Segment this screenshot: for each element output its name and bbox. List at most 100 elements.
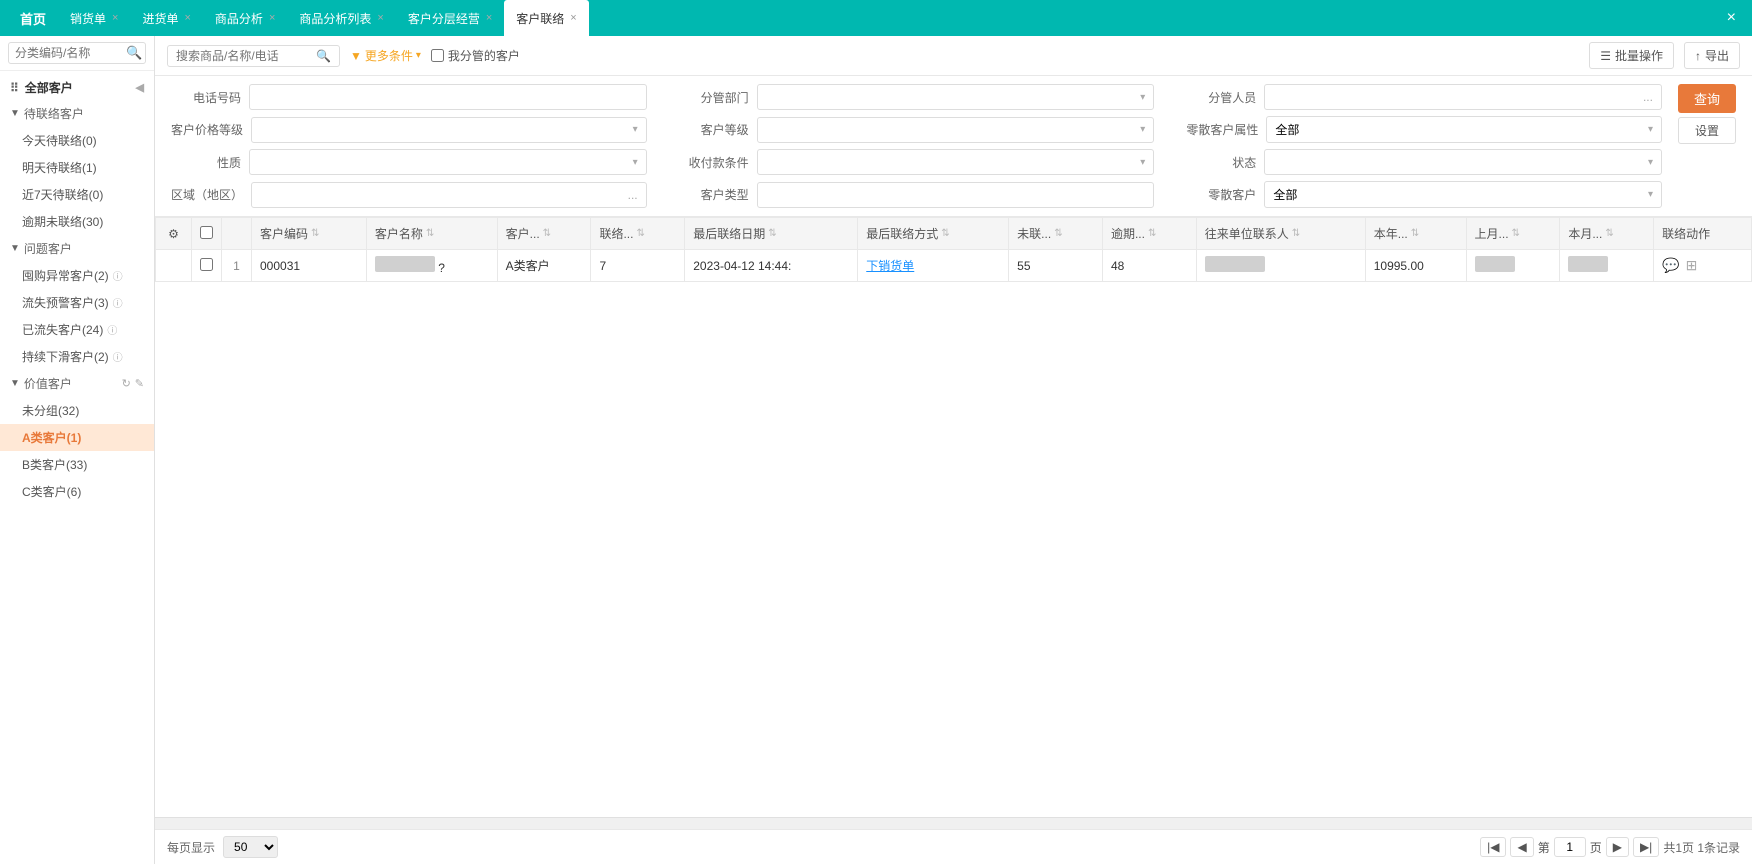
dept-select[interactable]: ▾ — [757, 84, 1155, 110]
nav-purchase[interactable]: 进货单 × — [130, 0, 202, 36]
edit-icon[interactable]: ✎ — [135, 377, 144, 390]
horizontal-scrollbar[interactable] — [155, 817, 1752, 829]
filter-price-grade: 客户价格等级 ▾ — [171, 117, 647, 143]
col-customer-type: 客户... ⇅ — [497, 218, 591, 250]
sort-date-icon[interactable]: ⇅ — [768, 228, 776, 239]
collapse-icon[interactable]: ◀ — [136, 81, 144, 94]
setting-button[interactable]: 设置 — [1678, 117, 1736, 144]
close-goods-analysis-icon[interactable]: × — [269, 12, 275, 24]
close-sales-icon[interactable]: × — [112, 12, 118, 24]
nature-select[interactable]: ▾ — [249, 149, 647, 175]
close-all-button[interactable]: × — [1719, 9, 1744, 27]
qr-icon[interactable]: ⊞ — [1686, 257, 1698, 274]
row-last-date: 2023-04-12 14:44: — [685, 250, 858, 282]
close-goods-list-icon[interactable]: × — [377, 12, 383, 24]
group-value-customers[interactable]: ▼ 价值客户 ↻ ✎ — [0, 370, 154, 397]
row-checkbox — [192, 250, 222, 282]
payment-select[interactable]: ▾ — [757, 149, 1155, 175]
info-icon1: ⓘ — [113, 268, 123, 283]
gear-icon[interactable]: ⚙ — [168, 227, 179, 241]
sidebar-item-class-a[interactable]: A类客户(1) — [0, 424, 154, 451]
region-select[interactable]: ... — [251, 182, 647, 208]
search-input[interactable] — [176, 49, 316, 63]
table-header-row: ⚙ 客户编码 ⇅ — [156, 218, 1752, 250]
sidebar-item-tomorrow[interactable]: 明天待联络(1) — [0, 154, 154, 181]
region-dots-icon: ... — [628, 188, 638, 202]
sidebar-item-declining[interactable]: 持续下滑客户(2) ⓘ — [0, 343, 154, 370]
col-last-month: 上月... ⇅ — [1466, 218, 1560, 250]
filter-region: 区域（地区） ... — [171, 182, 647, 208]
sidebar-item-hoarder[interactable]: 囤购异常客户(2) ⓘ — [0, 262, 154, 289]
more-filters-button[interactable]: ▼ 更多条件 ▾ — [350, 47, 421, 64]
refresh-icon[interactable]: ↻ — [122, 377, 131, 390]
sort-ctype-icon[interactable]: ⇅ — [543, 228, 551, 239]
sort-name-icon[interactable]: ⇅ — [426, 228, 434, 239]
sort-contact-icon[interactable]: ⇅ — [636, 228, 644, 239]
col-overdue: 逾期... ⇅ — [1102, 218, 1196, 250]
sort-lmonth-icon[interactable]: ⇅ — [1512, 228, 1520, 239]
query-button[interactable]: 查询 — [1678, 84, 1736, 113]
sidebar-item-overdue[interactable]: 逾期未联络(30) — [0, 208, 154, 235]
customer-type-input[interactable] — [757, 182, 1155, 208]
sidebar-item-class-b[interactable]: B类客户(33) — [0, 451, 154, 478]
close-purchase-icon[interactable]: × — [184, 12, 190, 24]
sort-tmonth-icon[interactable]: ⇅ — [1605, 228, 1613, 239]
phone-input[interactable] — [249, 84, 647, 110]
sidebar-item-class-c[interactable]: C类客户(6) — [0, 478, 154, 505]
close-customer-tier-icon[interactable]: × — [486, 12, 492, 24]
sidebar-item-churned[interactable]: 已流失客户(24) ⓘ — [0, 316, 154, 343]
prev-page-button[interactable]: ◀ — [1510, 837, 1533, 857]
search-icon: 🔍 — [316, 49, 331, 63]
sidebar-all-customers[interactable]: ⠿ 全部客户 ◀ — [0, 71, 154, 100]
page-input[interactable] — [1554, 837, 1586, 857]
price-grade-select[interactable]: ▾ — [251, 117, 647, 143]
last-month-blurred — [1475, 256, 1515, 272]
filter-nature: 性质 ▾ — [171, 149, 647, 175]
last-method-link[interactable]: 下销货单 — [866, 259, 914, 273]
sort-method-icon[interactable]: ⇅ — [941, 228, 949, 239]
sidebar-item-7days[interactable]: 近7天待联络(0) — [0, 181, 154, 208]
status-select[interactable]: ▾ — [1264, 149, 1662, 175]
row-select-checkbox[interactable] — [200, 258, 213, 271]
customer-grade-arrow-icon: ▾ — [1140, 124, 1145, 135]
page-size-select[interactable]: 50 100 200 — [223, 836, 278, 858]
sidebar-item-churn-warning[interactable]: 流失预警客户(3) ⓘ — [0, 289, 154, 316]
sort-overdue-icon[interactable]: ⇅ — [1148, 228, 1156, 239]
retail-attr-select[interactable]: 全部 ▾ — [1266, 116, 1662, 143]
person-dots-icon: ... — [1643, 90, 1653, 104]
sidebar-item-ungrouped[interactable]: 未分组(32) — [0, 397, 154, 424]
col-checkbox — [192, 218, 222, 250]
nav-goods-list[interactable]: 商品分析列表 × — [287, 0, 395, 36]
this-month-blurred — [1568, 256, 1608, 272]
my-customers-checkbox-area[interactable]: 我分管的客户 — [431, 47, 520, 64]
nav-customer-tier[interactable]: 客户分层经营 × — [396, 0, 504, 36]
nav-customer-contact[interactable]: 客户联络 × — [504, 0, 588, 36]
sort-contacts-icon[interactable]: ⇅ — [1292, 228, 1300, 239]
sidebar-item-today[interactable]: 今天待联络(0) — [0, 127, 154, 154]
retail-customer-select[interactable]: 全部 ▾ — [1264, 181, 1662, 208]
sort-year-icon[interactable]: ⇅ — [1411, 228, 1419, 239]
close-customer-contact-icon[interactable]: × — [570, 12, 576, 24]
sort-uncontact-icon[interactable]: ⇅ — [1054, 228, 1062, 239]
col-this-month: 本月... ⇅ — [1560, 218, 1654, 250]
person-select[interactable]: ... — [1264, 84, 1662, 110]
comment-icon[interactable]: 💬 — [1662, 257, 1679, 274]
next-page-button[interactable]: ▶ — [1606, 837, 1629, 857]
group-problem-customers[interactable]: ▼ 问题客户 — [0, 235, 154, 262]
group-pending-contact[interactable]: ▼ 待联络客户 — [0, 100, 154, 127]
export-button[interactable]: ↑ 导出 — [1684, 42, 1740, 69]
col-contacts: 往来单位联系人 ⇅ — [1196, 218, 1365, 250]
my-customers-checkbox[interactable] — [431, 49, 444, 62]
sort-code-icon[interactable]: ⇅ — [311, 228, 319, 239]
col-num — [222, 218, 252, 250]
last-page-button[interactable]: ▶| — [1633, 837, 1659, 857]
row-gear — [156, 250, 192, 282]
nav-home[interactable]: 首页 — [8, 0, 58, 36]
nav-goods-analysis[interactable]: 商品分析 × — [203, 0, 287, 36]
search-box[interactable]: 🔍 — [167, 45, 340, 67]
nav-sales[interactable]: 销货单 × — [58, 0, 130, 36]
batch-ops-button[interactable]: ☰ 批量操作 — [1589, 42, 1674, 69]
first-page-button[interactable]: |◀ — [1480, 837, 1506, 857]
customer-grade-select[interactable]: ▾ — [757, 117, 1155, 143]
select-all-checkbox[interactable] — [200, 226, 213, 239]
